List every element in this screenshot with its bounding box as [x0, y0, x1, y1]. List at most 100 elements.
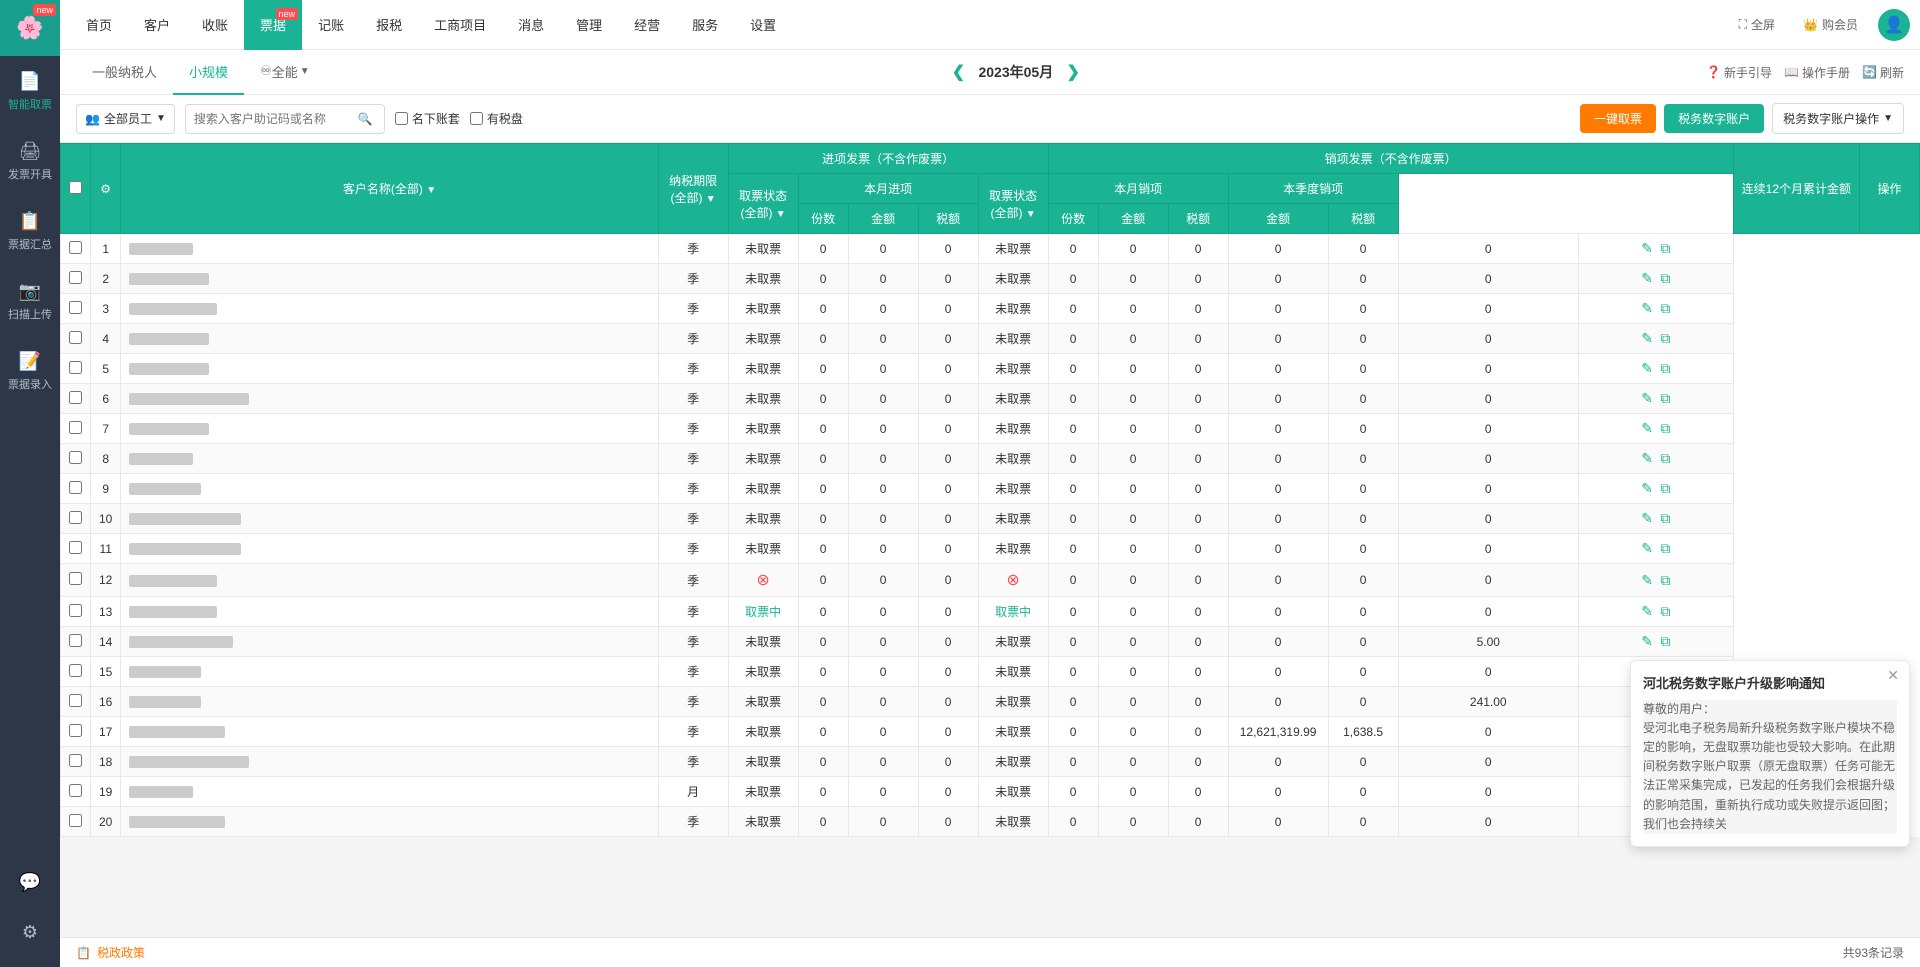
- edit-icon[interactable]: ✎: [1641, 240, 1653, 256]
- tax-operate-btn[interactable]: 税务数字账户操作 ▼: [1772, 103, 1904, 134]
- select-all-checkbox[interactable]: [69, 181, 82, 194]
- nav-bizreg[interactable]: 工商项目: [418, 0, 502, 50]
- sidebar-bottom-msg[interactable]: 💬: [0, 857, 60, 907]
- policy-text[interactable]: 税政政策: [97, 944, 145, 961]
- tab-general[interactable]: 一般纳税人: [76, 50, 173, 95]
- edit-icon[interactable]: ✎: [1641, 603, 1653, 619]
- row-output-amount-cell: 0: [1098, 504, 1168, 534]
- row-check-cell: [61, 294, 91, 324]
- copy-icon[interactable]: ⧉: [1660, 420, 1670, 436]
- tab-all[interactable]: ♾ 全能 ▼: [244, 50, 326, 95]
- edit-icon[interactable]: ✎: [1641, 633, 1653, 649]
- edit-icon[interactable]: ✎: [1641, 572, 1653, 588]
- sidebar-item-scan[interactable]: 📷 扫描上传: [0, 266, 60, 336]
- next-month-btn[interactable]: ❯: [1061, 60, 1085, 84]
- copy-icon[interactable]: ⧉: [1660, 540, 1670, 556]
- prev-month-btn[interactable]: ❮: [946, 60, 970, 84]
- employee-select[interactable]: 👥 全部员工 ▼: [76, 104, 175, 134]
- sidebar-item-piaojilu[interactable]: 📝 票据录入: [0, 336, 60, 406]
- row-checkbox[interactable]: [69, 604, 82, 617]
- row-checkbox[interactable]: [69, 271, 82, 284]
- row-checkbox[interactable]: [69, 634, 82, 647]
- notification-close-btn[interactable]: ✕: [1887, 667, 1899, 684]
- row-checkbox[interactable]: [69, 511, 82, 524]
- edit-icon[interactable]: ✎: [1641, 300, 1653, 316]
- nav-accounting[interactable]: 记账: [302, 0, 360, 50]
- nav-settings[interactable]: 设置: [734, 0, 792, 50]
- sidebar-item-fapiaokaipi[interactable]: 🖨 发票开具: [0, 126, 60, 196]
- tax-digital-btn[interactable]: 税务数字账户: [1664, 104, 1764, 133]
- row-ded-amount-cell: 0: [1228, 444, 1328, 474]
- edit-icon[interactable]: ✎: [1641, 270, 1653, 286]
- copy-icon[interactable]: ⧉: [1660, 330, 1670, 346]
- edit-icon[interactable]: ✎: [1641, 360, 1653, 376]
- search-input[interactable]: [194, 112, 354, 126]
- row-checkbox[interactable]: [69, 301, 82, 314]
- row-checkbox[interactable]: [69, 694, 82, 707]
- edit-icon[interactable]: ✎: [1641, 420, 1653, 436]
- row-checkbox[interactable]: [69, 361, 82, 374]
- nav-message[interactable]: 消息: [502, 0, 560, 50]
- nav-invoice[interactable]: 票据 new: [244, 0, 302, 50]
- row-checkbox[interactable]: [69, 481, 82, 494]
- fullscreen-btn[interactable]: ⛶ 全屏: [1731, 16, 1783, 33]
- copy-icon[interactable]: ⧉: [1660, 572, 1670, 588]
- nav-manage[interactable]: 管理: [560, 0, 618, 50]
- copy-icon[interactable]: ⧉: [1660, 390, 1670, 406]
- sidebar-item-zhidianpiao[interactable]: 📄 智能取票: [0, 56, 60, 126]
- copy-icon[interactable]: ⧉: [1660, 633, 1670, 649]
- copy-icon[interactable]: ⧉: [1660, 603, 1670, 619]
- nav-income[interactable]: 收账: [186, 0, 244, 50]
- edit-icon[interactable]: ✎: [1641, 330, 1653, 346]
- copy-icon[interactable]: ⧉: [1660, 240, 1670, 256]
- tax-disk-check[interactable]: [470, 112, 483, 125]
- new-guide-btn[interactable]: ❓ 新手引导: [1706, 64, 1772, 81]
- nav-service[interactable]: 服务: [676, 0, 734, 50]
- row-action-cell: ✎ ⧉: [1578, 324, 1733, 354]
- row-num-cell: 3: [91, 294, 121, 324]
- copy-icon[interactable]: ⧉: [1660, 510, 1670, 526]
- row-checkbox[interactable]: [69, 541, 82, 554]
- member-btn[interactable]: 👑 购会员: [1795, 16, 1866, 33]
- row-checkbox[interactable]: [69, 421, 82, 434]
- edit-icon[interactable]: ✎: [1641, 390, 1653, 406]
- row-checkbox[interactable]: [69, 572, 82, 585]
- copy-icon[interactable]: ⧉: [1660, 450, 1670, 466]
- edit-icon[interactable]: ✎: [1641, 540, 1653, 556]
- nav-home[interactable]: 首页: [70, 0, 128, 50]
- row-input-amount-cell: 0: [848, 414, 918, 444]
- edit-icon[interactable]: ✎: [1641, 510, 1653, 526]
- manual-btn[interactable]: 📖 操作手册: [1784, 64, 1850, 81]
- row-checkbox[interactable]: [69, 451, 82, 464]
- copy-icon[interactable]: ⧉: [1660, 270, 1670, 286]
- nav-client[interactable]: 客户: [128, 0, 186, 50]
- row-checkbox[interactable]: [69, 814, 82, 827]
- edit-icon[interactable]: ✎: [1641, 450, 1653, 466]
- avatar[interactable]: 👤: [1878, 9, 1910, 41]
- copy-icon[interactable]: ⧉: [1660, 300, 1670, 316]
- copy-icon[interactable]: ⧉: [1660, 360, 1670, 376]
- nav-tax[interactable]: 报税: [360, 0, 418, 50]
- nav-operation[interactable]: 经营: [618, 0, 676, 50]
- one-click-btn[interactable]: 一键取票: [1580, 104, 1656, 133]
- sidebar-item-label: 票据录入: [8, 376, 52, 392]
- row-checkbox[interactable]: [69, 664, 82, 677]
- row-checkbox[interactable]: [69, 331, 82, 344]
- row-checkbox[interactable]: [69, 754, 82, 767]
- row-checkbox[interactable]: [69, 784, 82, 797]
- statement-check[interactable]: [395, 112, 408, 125]
- row-checkbox[interactable]: [69, 391, 82, 404]
- refresh-btn[interactable]: 🔄 刷新: [1862, 64, 1904, 81]
- sidebar-bottom-settings[interactable]: ⚙: [0, 907, 60, 957]
- copy-icon[interactable]: ⧉: [1660, 480, 1670, 496]
- statement-checkbox[interactable]: 名下账套: [395, 110, 460, 127]
- tax-disk-checkbox[interactable]: 有税盘: [470, 110, 523, 127]
- sidebar-item-fapiaohui[interactable]: 📋 票据汇总: [0, 196, 60, 266]
- row-checkbox[interactable]: [69, 724, 82, 737]
- row-checkbox[interactable]: [69, 241, 82, 254]
- edit-icon[interactable]: ✎: [1641, 480, 1653, 496]
- notification-content: 尊敬的用户： 受河北电子税务局新升级税务数字账户模块不稳定的影响，无盘取票功能也…: [1643, 700, 1897, 834]
- logo-icon: 🌸: [16, 15, 43, 41]
- row-input-amount-cell: 0: [848, 597, 918, 627]
- tab-small[interactable]: 小规模: [173, 50, 244, 95]
